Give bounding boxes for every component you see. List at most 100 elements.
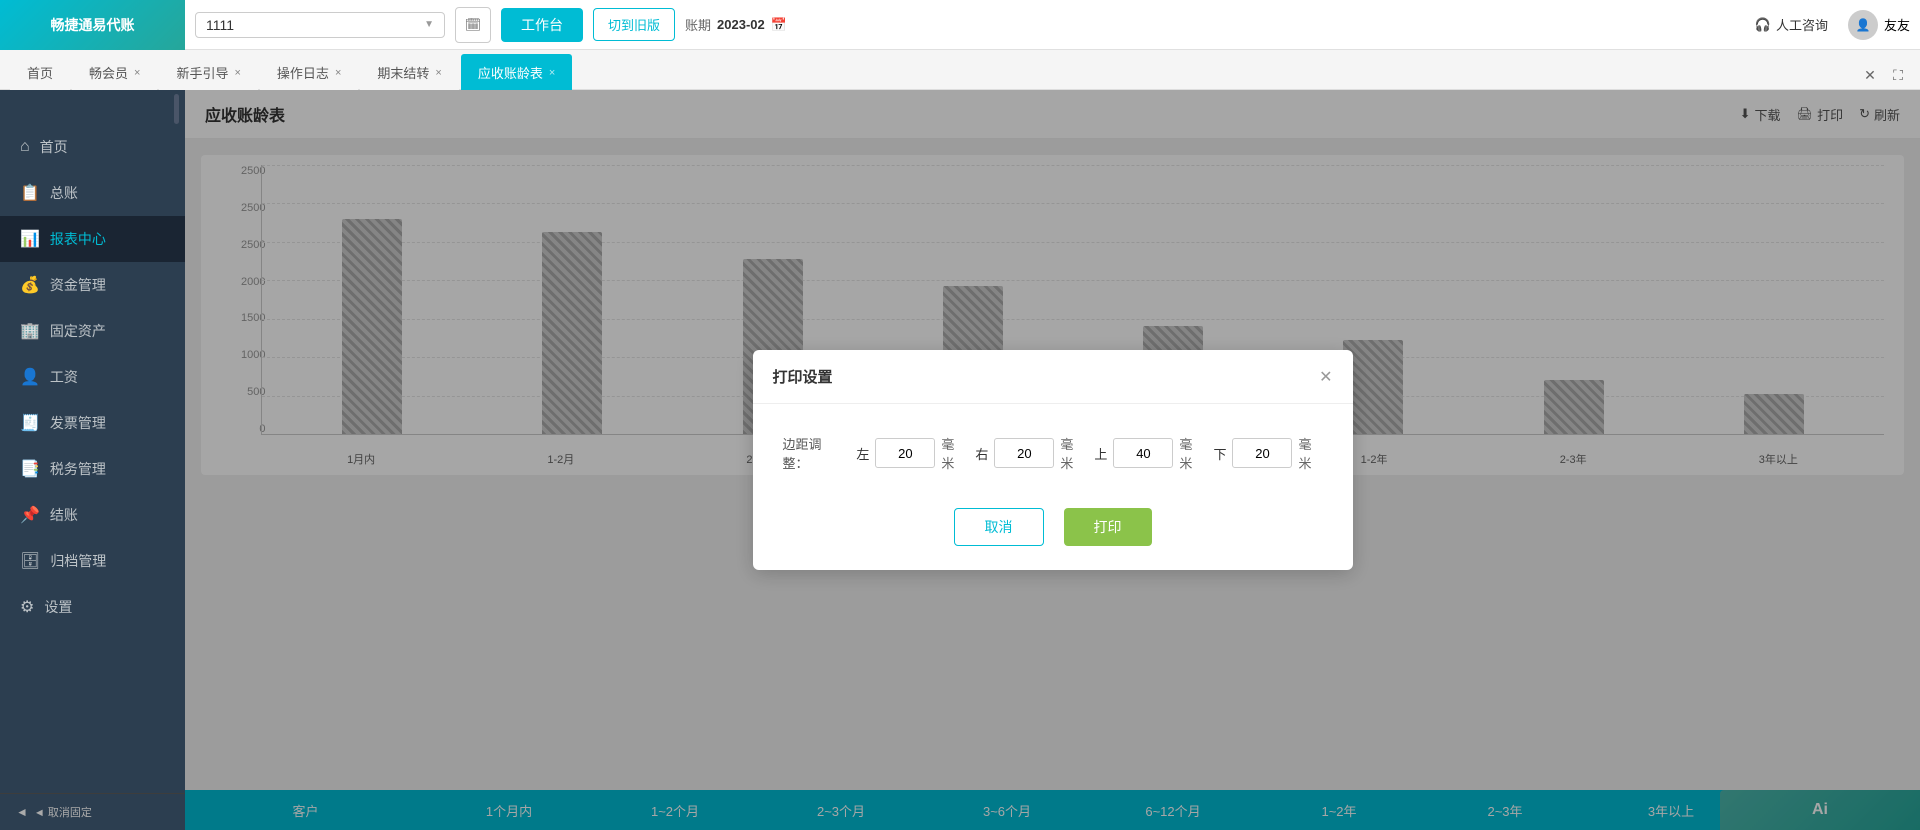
sidebar-item-tax[interactable]: 📑 税务管理 xyxy=(0,446,185,492)
top-margin-group: 上 毫米 xyxy=(1094,434,1203,472)
settings-icon: ⚙ xyxy=(20,597,34,617)
left-unit: 毫米 xyxy=(941,434,965,472)
calendar-icon[interactable]: 📅 xyxy=(771,17,787,33)
headset-icon: 🎧 xyxy=(1755,17,1771,33)
modal-header: 打印设置 ✕ xyxy=(753,350,1353,404)
sidebar-assets-label: 固定资产 xyxy=(50,321,106,341)
closing-icon: 📌 xyxy=(20,505,40,525)
sidebar-settings-label: 设置 xyxy=(44,597,72,617)
modal-footer: 取消 打印 xyxy=(753,492,1353,570)
sidebar-reports-label: 报表中心 xyxy=(50,229,106,249)
workbench-button[interactable]: 工作台 xyxy=(501,8,583,42)
tab-member-label: 畅会员 xyxy=(89,63,128,82)
tab-guide-close[interactable]: × xyxy=(234,67,240,79)
sidebar-tax-label: 税务管理 xyxy=(50,459,106,479)
modal-close-button[interactable]: ✕ xyxy=(1319,367,1332,387)
sidebar-item-reports[interactable]: 📊 报表中心 xyxy=(0,216,185,262)
tab-period-end-label: 期末结转 xyxy=(377,63,429,82)
avatar: 👤 xyxy=(1848,10,1878,40)
bottom-margin-group: 下 毫米 xyxy=(1213,434,1322,472)
bottom-margin-input[interactable] xyxy=(1232,438,1292,468)
sidebar: ⌂ 首页 📋 总账 📊 报表中心 💰 资金管理 🏢 固定资产 👤 工资 xyxy=(0,90,185,830)
modal-title: 打印设置 xyxy=(773,366,833,387)
home-icon: ⌂ xyxy=(20,138,30,156)
tab-member[interactable]: 畅会员 × xyxy=(72,54,157,90)
bottom-label: 下 xyxy=(1213,444,1226,463)
sidebar-item-closing[interactable]: 📌 结账 xyxy=(0,492,185,538)
tax-icon: 📑 xyxy=(20,459,40,479)
header-right: 🎧 人工咨询 👤 友友 xyxy=(1755,10,1910,40)
sidebar-item-home[interactable]: ⌂ 首页 xyxy=(0,124,185,170)
tab-oplog[interactable]: 操作日志 × xyxy=(260,54,358,90)
top-label: 上 xyxy=(1094,444,1107,463)
sidebar-closing-label: 结账 xyxy=(50,505,78,525)
archive-icon: 🗄 xyxy=(20,551,40,571)
period-label: 账期 xyxy=(685,15,711,34)
left-label: 左 xyxy=(856,444,869,463)
tab-oplog-label: 操作日志 xyxy=(277,63,329,82)
tab-ar-aging[interactable]: 应收账龄表 × xyxy=(461,54,572,90)
cancel-button[interactable]: 取消 xyxy=(954,508,1044,546)
margin-label: 边距调整： xyxy=(783,434,847,472)
sidebar-item-ledger[interactable]: 📋 总账 xyxy=(0,170,185,216)
top-margin-input[interactable] xyxy=(1113,438,1173,468)
right-label: 右 xyxy=(975,444,988,463)
avatar-icon: 👤 xyxy=(1856,18,1871,32)
sidebar-item-funds[interactable]: 💰 资金管理 xyxy=(0,262,185,308)
collapse-sidebar-button[interactable]: ◄ ◄ 取消固定 xyxy=(0,793,185,830)
switch-old-button[interactable]: 切到旧版 xyxy=(593,8,675,41)
confirm-print-button[interactable]: 打印 xyxy=(1064,508,1152,546)
collapse-label: ◄ 取消固定 xyxy=(34,804,92,820)
tab-ar-aging-label: 应收账龄表 xyxy=(478,63,543,82)
modal-body: 边距调整： 左 毫米 右 毫米 xyxy=(753,404,1353,492)
company-name: 1111 xyxy=(206,17,416,33)
period-value: 2023-02 xyxy=(717,17,765,32)
main-body: ⌂ 首页 📋 总账 📊 报表中心 💰 资金管理 🏢 固定资产 👤 工资 xyxy=(0,90,1920,830)
bottom-unit: 毫米 xyxy=(1298,434,1322,472)
sidebar-payroll-label: 工资 xyxy=(50,367,78,387)
tab-period-end-close[interactable]: × xyxy=(435,67,441,79)
archive-button[interactable]: 🗓 xyxy=(455,7,491,43)
invoice-icon: 🧾 xyxy=(20,413,40,433)
print-settings-modal: 打印设置 ✕ 边距调整： 左 毫米 右 xyxy=(753,350,1353,570)
tab-guide-label: 新手引导 xyxy=(176,63,228,82)
left-margin-input[interactable] xyxy=(875,438,935,468)
sidebar-item-settings[interactable]: ⚙ 设置 xyxy=(0,584,185,630)
user-area[interactable]: 👤 友友 xyxy=(1848,10,1910,40)
left-margin-group: 左 毫米 xyxy=(856,434,965,472)
tab-guide[interactable]: 新手引导 × xyxy=(159,54,257,90)
sidebar-invoice-label: 发票管理 xyxy=(50,413,106,433)
archive-icon: 🗓 xyxy=(465,17,482,33)
reports-icon: 📊 xyxy=(20,229,40,249)
ledger-icon: 📋 xyxy=(20,183,40,203)
modal-overlay: 打印设置 ✕ 边距调整： 左 毫米 右 xyxy=(185,90,1920,830)
tab-home[interactable]: 首页 xyxy=(10,54,70,90)
sidebar-funds-label: 资金管理 xyxy=(50,275,106,295)
payroll-icon: 👤 xyxy=(20,367,40,387)
top-unit: 毫米 xyxy=(1179,434,1203,472)
maximize-window-button[interactable]: ⛶ xyxy=(1884,61,1912,89)
tab-member-close[interactable]: × xyxy=(134,67,140,79)
period-area: 账期 2023-02 📅 xyxy=(685,15,787,34)
sidebar-item-payroll[interactable]: 👤 工资 xyxy=(0,354,185,400)
right-unit: 毫米 xyxy=(1060,434,1084,472)
tab-bar: 首页 畅会员 × 新手引导 × 操作日志 × 期末结转 × 应收账龄表 × ✕ … xyxy=(0,50,1920,90)
app-name: 畅捷通易代账 xyxy=(51,15,135,35)
sidebar-item-archive[interactable]: 🗄 归档管理 xyxy=(0,538,185,584)
sidebar-archive-label: 归档管理 xyxy=(50,551,106,571)
collapse-icon: ◄ xyxy=(16,805,28,819)
close-window-button[interactable]: ✕ xyxy=(1856,61,1884,89)
tab-ar-aging-close[interactable]: × xyxy=(549,67,555,79)
top-header: 畅捷通易代账 1111 ▼ 🗓 工作台 切到旧版 账期 2023-02 📅 🎧 … xyxy=(0,0,1920,50)
logo: 畅捷通易代账 xyxy=(0,0,185,50)
right-margin-group: 右 毫米 xyxy=(975,434,1084,472)
margin-row: 边距调整： 左 毫米 右 毫米 xyxy=(783,434,1323,472)
company-selector[interactable]: 1111 ▼ xyxy=(195,12,445,38)
sidebar-item-invoice[interactable]: 🧾 发票管理 xyxy=(0,400,185,446)
consult-button[interactable]: 🎧 人工咨询 xyxy=(1755,15,1828,34)
tab-home-label: 首页 xyxy=(27,63,53,82)
right-margin-input[interactable] xyxy=(994,438,1054,468)
sidebar-item-assets[interactable]: 🏢 固定资产 xyxy=(0,308,185,354)
tab-period-end[interactable]: 期末结转 × xyxy=(360,54,458,90)
tab-oplog-close[interactable]: × xyxy=(335,67,341,79)
